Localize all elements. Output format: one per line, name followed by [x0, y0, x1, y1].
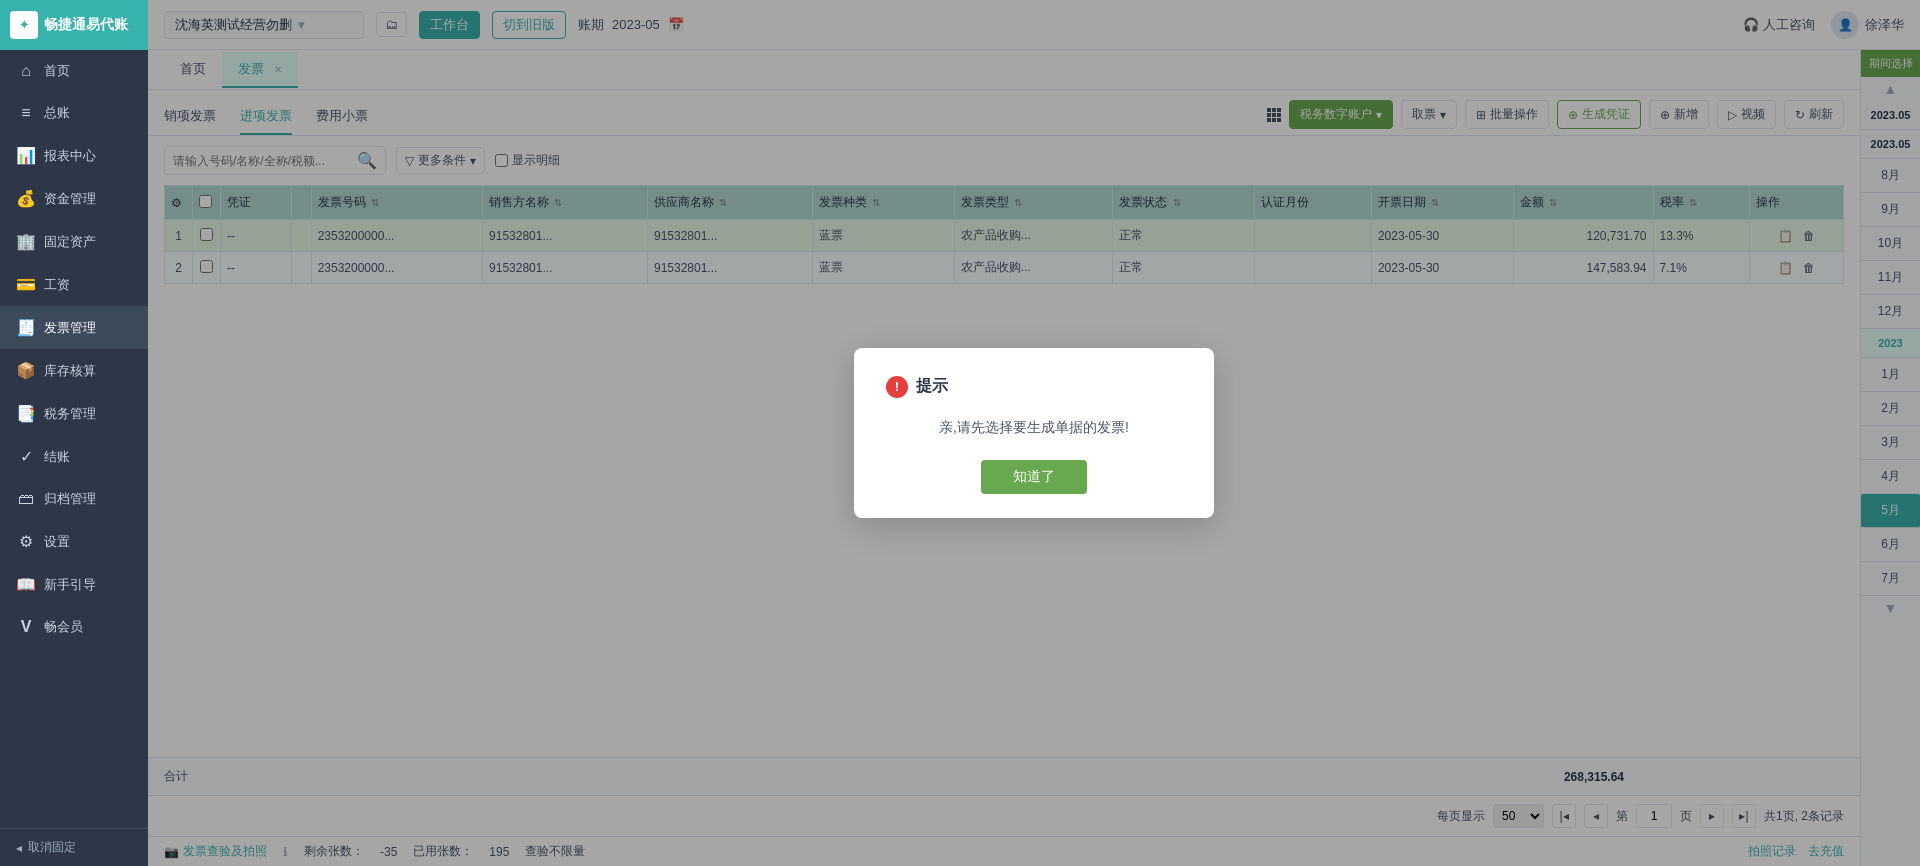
modal-title-row: ! 提示 [886, 376, 948, 398]
gear-icon: ⚙ [16, 532, 36, 551]
guide-icon: 📖 [16, 575, 36, 594]
sidebar-item-salary[interactable]: 💳 工资 [0, 263, 148, 306]
tax-icon: 📑 [16, 404, 36, 423]
sidebar-item-archive[interactable]: 🗃 归档管理 [0, 478, 148, 520]
sidebar-label-assets: 固定资产 [44, 233, 96, 251]
sidebar-label-home: 首页 [44, 62, 70, 80]
reports-icon: 📊 [16, 146, 36, 165]
ledger-icon: ≡ [16, 104, 36, 122]
sidebar-item-invoice[interactable]: 🧾 发票管理 [0, 306, 148, 349]
sidebar-label-invoice: 发票管理 [44, 319, 96, 337]
modal-confirm-button[interactable]: 知道了 [981, 460, 1087, 494]
unpin-label: 取消固定 [28, 839, 76, 856]
sidebar-item-reports[interactable]: 📊 报表中心 [0, 134, 148, 177]
sidebar-item-settings[interactable]: ⚙ 设置 [0, 520, 148, 563]
sidebar-item-ledger[interactable]: ≡ 总账 [0, 92, 148, 134]
sidebar-label-guide: 新手引导 [44, 576, 96, 594]
assets-icon: 🏢 [16, 232, 36, 251]
sidebar-item-funds[interactable]: 💰 资金管理 [0, 177, 148, 220]
app-logo: ✦ 畅捷通易代账 [0, 0, 148, 50]
sidebar-item-assets[interactable]: 🏢 固定资产 [0, 220, 148, 263]
salary-icon: 💳 [16, 275, 36, 294]
sidebar-item-inventory[interactable]: 📦 库存核算 [0, 349, 148, 392]
invoice-icon: 🧾 [16, 318, 36, 337]
sidebar-item-member[interactable]: V 畅会员 [0, 606, 148, 648]
sidebar-label-archive: 归档管理 [44, 490, 96, 508]
archive-icon: 🗃 [16, 490, 36, 508]
main-area: 沈海英测试经营勿删 ▾ 🗂 工作台 切到旧版 账期 2023-05 📅 🎧 人工… [148, 0, 1920, 866]
sidebar-label-tax: 税务管理 [44, 405, 96, 423]
sidebar-label-reports: 报表中心 [44, 147, 96, 165]
inventory-icon: 📦 [16, 361, 36, 380]
sidebar-item-home[interactable]: ⌂ 首页 [0, 50, 148, 92]
sidebar-label-ledger: 总账 [44, 104, 70, 122]
sidebar-item-checkout[interactable]: ✓ 结账 [0, 435, 148, 478]
sidebar-label-funds: 资金管理 [44, 190, 96, 208]
sidebar-item-guide[interactable]: 📖 新手引导 [0, 563, 148, 606]
member-icon: V [16, 618, 36, 636]
modal-message: 亲,请先选择要生成单据的发票! [939, 416, 1129, 438]
modal-warning-icon: ! [886, 376, 908, 398]
sidebar-label-checkout: 结账 [44, 448, 70, 466]
sidebar: ✦ 畅捷通易代账 ⌂ 首页 ≡ 总账 📊 报表中心 💰 资金管理 🏢 固定资产 … [0, 0, 148, 866]
sidebar-item-tax[interactable]: 📑 税务管理 [0, 392, 148, 435]
home-icon: ⌂ [16, 62, 36, 80]
funds-icon: 💰 [16, 189, 36, 208]
sidebar-label-salary: 工资 [44, 276, 70, 294]
sidebar-label-member: 畅会员 [44, 618, 83, 636]
modal-title: 提示 [916, 376, 948, 397]
checkout-icon: ✓ [16, 447, 36, 466]
sidebar-label-settings: 设置 [44, 533, 70, 551]
sidebar-label-inventory: 库存核算 [44, 362, 96, 380]
logo-icon: ✦ [10, 11, 38, 39]
unpin-button[interactable]: ◂ 取消固定 [0, 828, 148, 866]
modal-overlay[interactable]: ! 提示 亲,请先选择要生成单据的发票! 知道了 [148, 0, 1920, 866]
modal-dialog: ! 提示 亲,请先选择要生成单据的发票! 知道了 [854, 348, 1214, 518]
app-name: 畅捷通易代账 [44, 16, 128, 34]
unpin-icon: ◂ [16, 841, 22, 855]
